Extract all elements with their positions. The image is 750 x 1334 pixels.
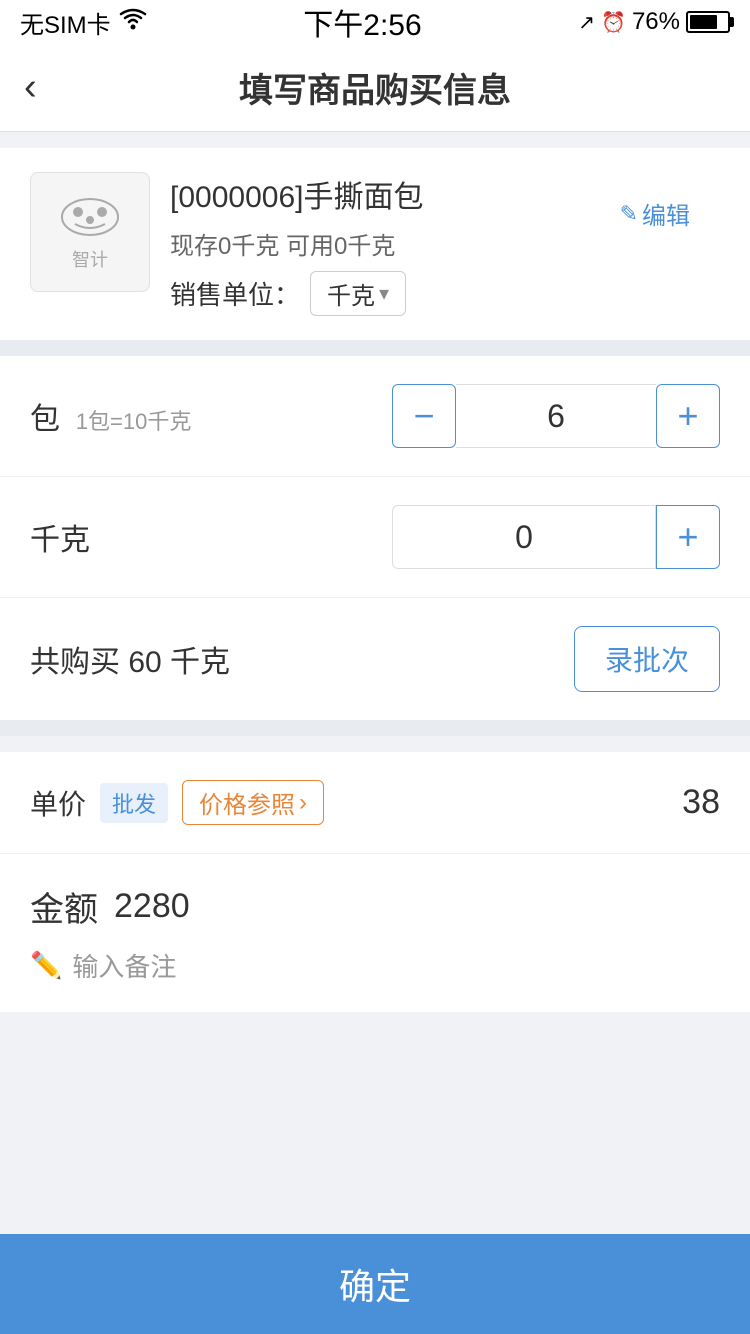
amount-row: 金额 2280	[30, 882, 720, 931]
status-left: 无SIM卡	[20, 5, 147, 40]
remark-label: 输入备注	[72, 947, 176, 984]
kg-plus-button[interactable]: +	[656, 505, 720, 569]
separator-1	[0, 340, 750, 356]
kg-qty-control: +	[392, 505, 720, 569]
price-section: 单价 批发 价格参照 › 38	[0, 752, 750, 853]
amount-section: 金额 2280 ✏️ 输入备注	[0, 853, 750, 1012]
price-tag-badge: 批发	[100, 783, 168, 823]
record-batch-button[interactable]: 录批次	[574, 626, 720, 692]
kg-label: 千克	[30, 515, 90, 559]
bao-sublabel: 1包=10千克	[76, 409, 192, 434]
product-image: 智计	[30, 172, 150, 292]
status-time: 下午2:56	[303, 0, 421, 44]
product-image-label: 智计	[72, 246, 108, 272]
location-icon: ↗	[578, 10, 595, 35]
total-label: 共购买 60 千克	[30, 637, 230, 681]
battery-icon	[686, 11, 730, 33]
back-button[interactable]: ‹	[24, 66, 37, 109]
unit-dropdown-icon: ▾	[379, 281, 389, 306]
battery-percent: 76%	[632, 8, 680, 36]
alarm-icon: ⏰	[601, 10, 626, 35]
product-unit-row: 销售单位： 千克 ▾	[170, 271, 720, 316]
bao-row: 包 1包=10千克 − +	[0, 356, 750, 477]
price-value: 38	[682, 783, 720, 822]
unit-label: 销售单位：	[170, 275, 300, 312]
separator-2	[0, 720, 750, 736]
nav-bar: ‹ 填写商品购买信息	[0, 44, 750, 132]
amount-label: 金额	[30, 882, 98, 931]
pencil-icon: ✏️	[30, 950, 62, 981]
product-stock: 现存0千克 可用0千克	[170, 226, 720, 261]
status-bar: 无SIM卡 下午2:56 ↗ ⏰ 76%	[0, 0, 750, 44]
status-right: ↗ ⏰ 76%	[578, 8, 730, 36]
product-info: [0000006]手撕面包 现存0千克 可用0千克 销售单位： 千克 ▾ ✎ 编…	[170, 172, 720, 316]
bao-qty-input[interactable]	[456, 384, 656, 448]
total-row: 共购买 60 千克 录批次	[0, 598, 750, 720]
bao-label: 包	[30, 403, 60, 436]
page-title: 填写商品购买信息	[239, 63, 511, 112]
confirm-button[interactable]: 确定	[0, 1234, 750, 1334]
bao-label-group: 包 1包=10千克	[30, 394, 191, 438]
kg-row: 千克 +	[0, 477, 750, 598]
price-label: 单价	[30, 783, 86, 823]
bao-plus-button[interactable]: +	[656, 384, 720, 448]
remark-row[interactable]: ✏️ 输入备注	[30, 947, 720, 984]
unit-select[interactable]: 千克 ▾	[310, 271, 406, 316]
kg-qty-input[interactable]	[392, 505, 656, 569]
edit-button[interactable]: ✎ 编辑	[620, 196, 690, 231]
wifi-icon	[119, 8, 147, 37]
edit-icon: ✎	[620, 201, 638, 227]
price-ref-button[interactable]: 价格参照 ›	[182, 780, 324, 825]
amount-value: 2280	[114, 887, 190, 926]
product-card: 智计 [0000006]手撕面包 现存0千克 可用0千克 销售单位： 千克 ▾ …	[0, 148, 750, 340]
price-ref-arrow: ›	[299, 789, 307, 817]
bao-minus-button[interactable]: −	[392, 384, 456, 448]
carrier-text: 无SIM卡	[20, 5, 111, 40]
bao-section: 包 1包=10千克 − + 千克 +	[0, 356, 750, 598]
bao-qty-control: − +	[392, 384, 720, 448]
